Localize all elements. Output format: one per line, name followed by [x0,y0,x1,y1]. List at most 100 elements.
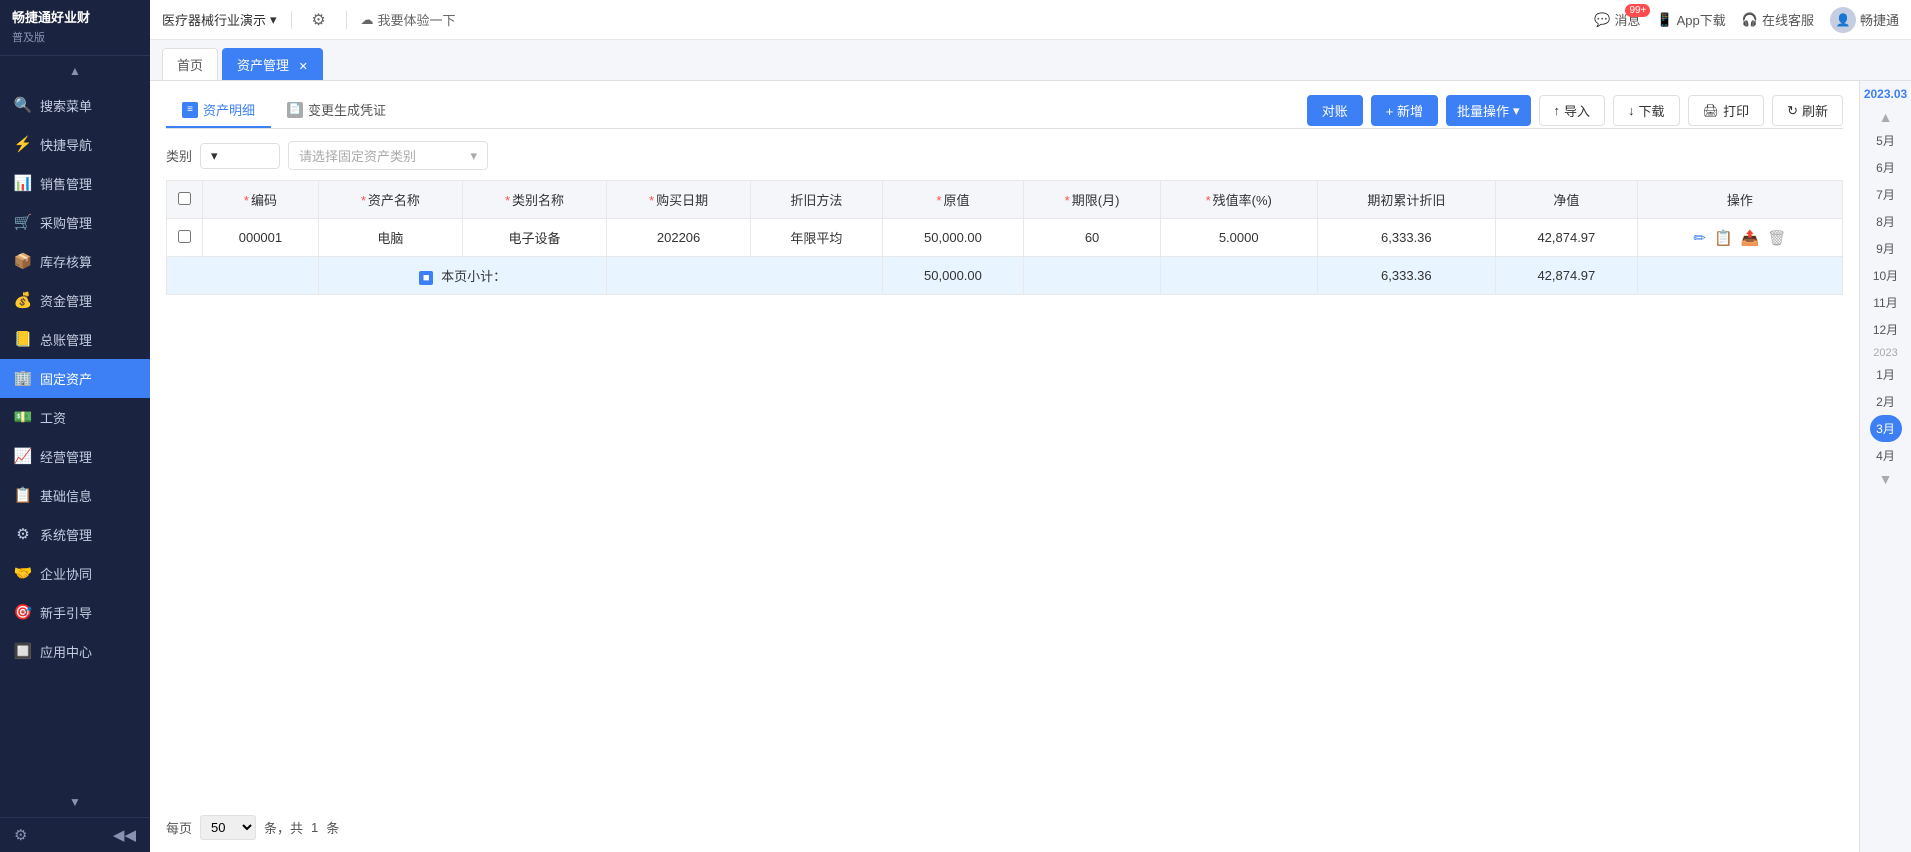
sub-tab-voucher[interactable]: 📄 变更生成凭证 [271,93,402,128]
tab-assets[interactable]: 资产管理 ✕ [222,48,323,80]
experience-button[interactable]: ☁ 我要体验一下 [361,10,456,29]
row-code: 000001 [203,219,319,257]
sidebar-item-collab[interactable]: 🤝 企业协同 [0,554,150,593]
header-actions: 操作 [1637,181,1842,219]
category-placeholder: 请选择固定资产类别 [299,146,416,165]
reconcile-button[interactable]: 对账 [1307,95,1363,126]
search-icon: 🔍 [14,96,32,114]
download-button[interactable]: ↓ 下载 [1613,95,1680,126]
tab-home-label: 首页 [177,58,203,73]
sidebar-item-quicknav[interactable]: ⚡ 快捷导航 [0,125,150,164]
topbar: 医疗器械行业演示 ▾ ⚙ ☁ 我要体验一下 💬 消息 99+ 📱 App下载 🎧… [150,0,1911,40]
tab-bar: 首页 资产管理 ✕ [150,40,1911,81]
delete-button[interactable]: 🗑 [1767,229,1786,247]
row-actions: ✏ 📋 📤 🗑 [1637,219,1842,257]
main-area: 医疗器械行业演示 ▾ ⚙ ☁ 我要体验一下 💬 消息 99+ 📱 App下载 🎧… [150,0,1911,852]
sidebar-item-payroll[interactable]: 💵 工资 [0,398,150,437]
batch-label: 批量操作 [1457,101,1509,120]
sidebar-item-label-collab: 企业协同 [40,564,92,583]
subtotal-empty5 [1637,257,1842,295]
experience-text: 我要体验一下 [378,10,456,29]
sidebar-item-apps[interactable]: 🔲 应用中心 [0,632,150,671]
month-item[interactable]: 7月 [1871,181,1900,208]
sub-tab-voucher-label: 变更生成凭证 [308,100,386,119]
sidebar-scroll-down[interactable]: ▼ [0,791,150,813]
new-label: + 新增 [1386,101,1423,120]
quicknav-icon: ⚡ [14,135,32,153]
sidebar-item-ledger[interactable]: 📒 总账管理 [0,320,150,359]
sidebar-item-sales[interactable]: 📊 销售管理 [0,164,150,203]
user-menu[interactable]: 👤 畅捷通 [1830,7,1899,33]
month-item-current[interactable]: 3月 [1870,415,1902,442]
new-button[interactable]: + 新增 [1371,95,1438,126]
sidebar-item-system[interactable]: ⚙ 系统管理 [0,515,150,554]
message-button[interactable]: 💬 消息 99+ [1594,10,1640,29]
right-panel-down-btn[interactable]: ▼ [1877,469,1895,489]
row-checkbox-cell [167,219,203,257]
category-input[interactable]: 请选择固定资产类别 ▾ [288,141,488,170]
month-item[interactable]: 10月 [1871,262,1900,289]
select-all-checkbox[interactable] [178,192,191,205]
month-item[interactable]: 11月 [1871,289,1900,316]
header-period: *期限(月) [1024,181,1160,219]
tab-home[interactable]: 首页 [162,48,218,80]
sub-tab-asset-detail-label: 资产明细 [203,100,255,119]
per-page-label: 每页 [166,818,192,837]
per-page-select[interactable]: 50 100 [200,815,256,840]
sidebar-item-label-operations: 经营管理 [40,447,92,466]
settings-icon[interactable]: ⚙ [14,826,27,844]
row-checkbox[interactable] [178,230,191,243]
company-selector[interactable]: 医疗器械行业演示 ▾ [162,10,277,29]
print-button[interactable]: 🖨 打印 [1688,95,1765,126]
month-item[interactable]: 8月 [1871,208,1900,235]
month-item[interactable]: 5月 [1871,127,1900,154]
filter-dropdown-icon: ▾ [470,148,477,164]
import-icon: ↑ [1554,103,1561,118]
header-purchase-date: *购买日期 [607,181,751,219]
batch-button[interactable]: 批量操作 ▾ [1446,95,1531,126]
download-icon2: ↓ [1628,103,1635,118]
tab-assets-close[interactable]: ✕ [299,61,308,73]
total-suffix: 条 [326,818,339,837]
month-item[interactable]: 9月 [1871,235,1900,262]
refresh-button[interactable]: ↻ 刷新 [1772,95,1843,126]
app-download-button[interactable]: 📱 App下载 [1656,10,1725,29]
header-net-value: 净值 [1495,181,1637,219]
month-item-current[interactable]: 4月 [1870,442,1902,469]
guide-icon: 🎯 [14,603,32,621]
sidebar-item-basic_info[interactable]: 📋 基础信息 [0,476,150,515]
copy-button[interactable]: 📋 [1714,229,1733,247]
right-panel-up-btn[interactable]: ▲ [1877,107,1895,127]
month-item-current[interactable]: 1月 [1870,361,1902,388]
sidebar-item-search[interactable]: 🔍 搜索菜单 [0,86,150,125]
subtotal-empty4 [1160,257,1317,295]
topbar-right: 💬 消息 99+ 📱 App下载 🎧 在线客服 👤 畅捷通 [1594,7,1899,33]
category-select[interactable]: ▾ [200,143,280,169]
month-item-current[interactable]: 2月 [1870,388,1902,415]
purchase-icon: 🛒 [14,213,32,231]
table-scroll-container: *编码 *资产名称 *类别名称 *购买日期 折旧方法 *原值 *期限(月) *残… [166,180,1843,805]
share-button[interactable]: 📤 [1741,229,1760,247]
sidebar-item-funds[interactable]: 💰 资金管理 [0,281,150,320]
sidebar-item-fixed_assets[interactable]: 🏢 固定资产 [0,359,150,398]
online-service-button[interactable]: 🎧 在线客服 [1742,10,1814,29]
avatar: 👤 [1830,7,1856,33]
sidebar-item-inventory[interactable]: 📦 库存核算 [0,242,150,281]
sidebar-item-purchase[interactable]: 🛒 采购管理 [0,203,150,242]
voucher-icon: 📄 [287,102,303,118]
sidebar-item-operations[interactable]: 📈 经营管理 [0,437,150,476]
topbar-settings-button[interactable]: ⚙ [306,7,332,33]
edit-button[interactable]: ✏ [1693,229,1706,247]
sidebar-item-guide[interactable]: 🎯 新手引导 [0,593,150,632]
row-net-value: 42,874.97 [1495,219,1637,257]
sidebar-scroll-up[interactable]: ▲ [0,60,150,82]
sidebar-item-label-purchase: 采购管理 [40,213,92,232]
pagination-row: 每页 50 100 条，共 1 条 [166,805,1843,840]
year-2023-label: 2023 [1860,343,1911,361]
month-item[interactable]: 6月 [1871,154,1900,181]
month-item[interactable]: 12月 [1871,316,1900,343]
sub-tab-asset-detail[interactable]: ≡ 资产明细 [166,93,271,128]
import-button[interactable]: ↑ 导入 [1539,95,1606,126]
user-name: 畅捷通 [1860,10,1899,29]
collapse-icon[interactable]: ◀◀ [113,826,136,844]
